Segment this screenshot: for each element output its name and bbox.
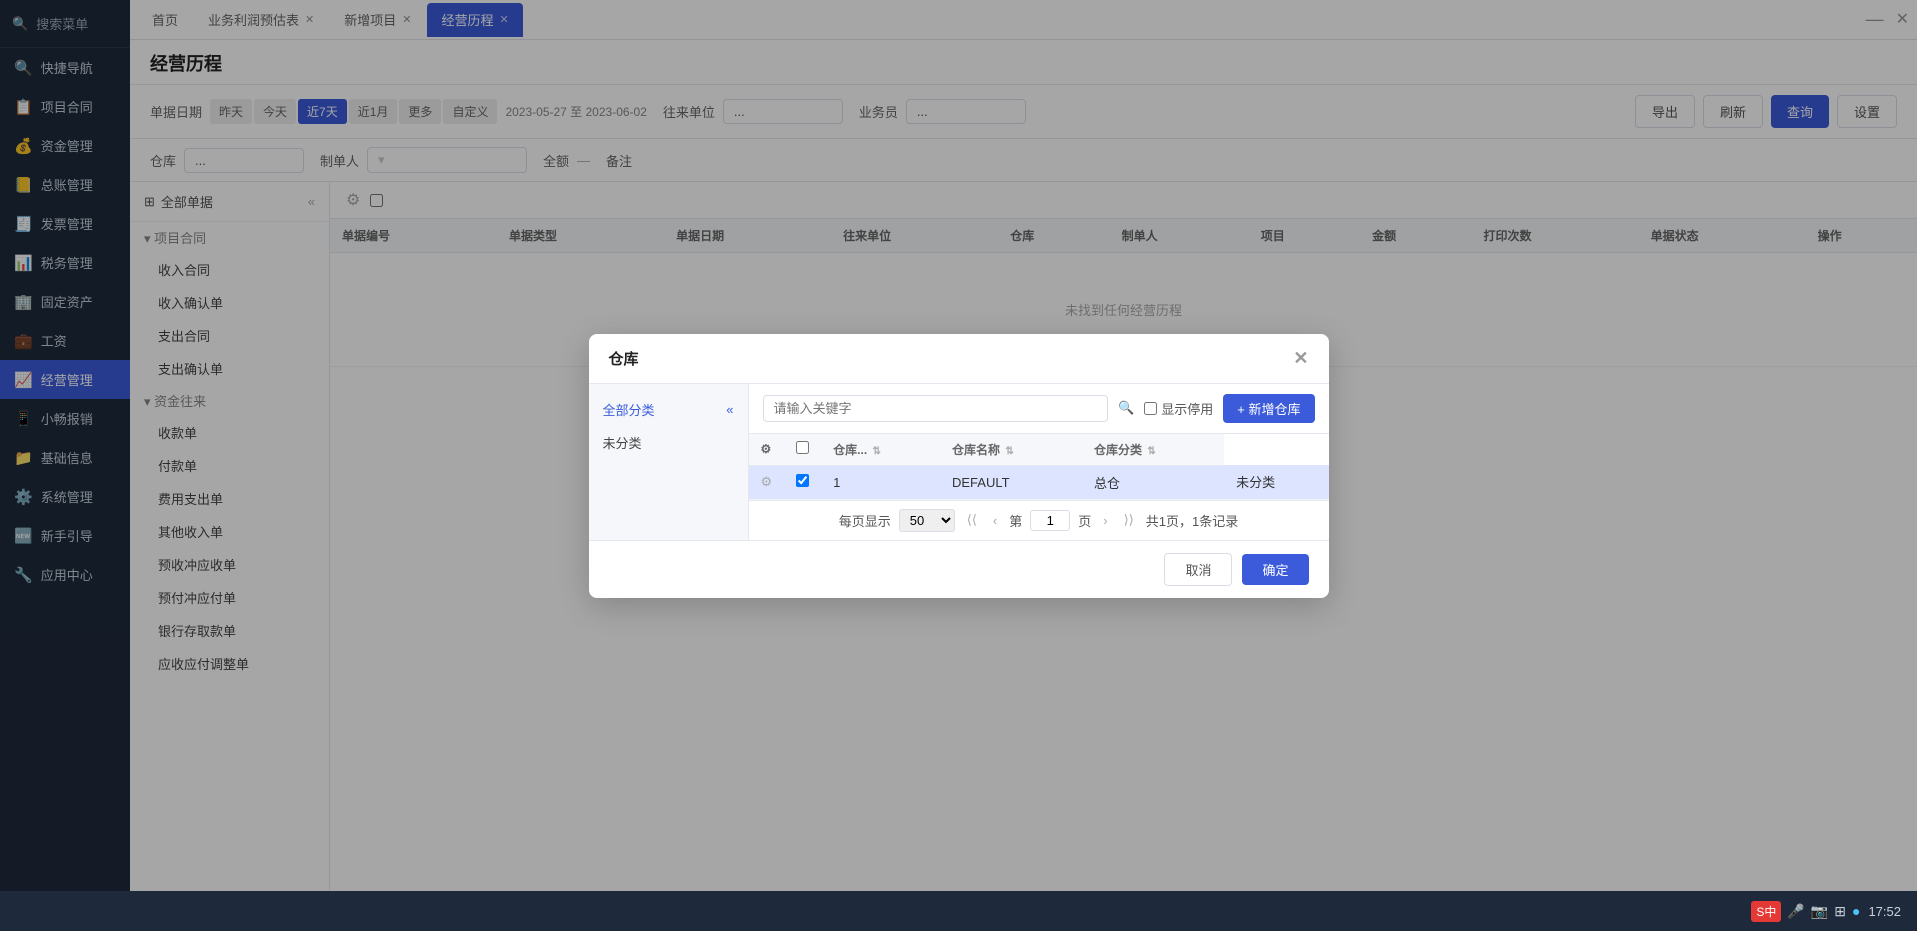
taskbar-icons: S中 🎤 📷 ⊞ ● <box>1751 901 1860 922</box>
checkbox-col-header <box>784 434 821 466</box>
show-disabled-checkbox[interactable] <box>1144 402 1157 415</box>
modal-page-input[interactable] <box>1030 510 1070 531</box>
modal-footer: 取消 确定 <box>589 540 1329 598</box>
modal-page-suffix: 页 <box>1078 511 1091 530</box>
modal-header: 仓库 ✕ <box>589 334 1329 384</box>
modal-next-page-button[interactable]: › <box>1099 513 1111 528</box>
taskbar-time: 17:52 <box>1868 904 1901 919</box>
taskbar-s-icon: S中 <box>1751 901 1781 922</box>
modal-table-row-1[interactable]: ⚙ 1 DEFAULT 总仓 未分类 <box>749 465 1329 499</box>
taskbar-grid-icon: ⊞ <box>1834 903 1846 920</box>
row-code: DEFAULT <box>940 465 1082 499</box>
modal-title: 仓库 <box>609 348 639 369</box>
modal-all-category[interactable]: 全部分类 « <box>589 394 748 425</box>
modal-left-panel: 全部分类 « 未分类 <box>589 384 749 540</box>
settings-col-icon[interactable]: ⚙ <box>761 442 772 456</box>
show-disabled-text: 显示停用 <box>1161 399 1213 418</box>
row-seq: 1 <box>821 465 940 499</box>
modal-page-size-select[interactable]: 50 100 <box>899 509 955 532</box>
modal-body: 全部分类 « 未分类 🔍 显示停用 + 新增仓库 <box>589 384 1329 540</box>
sort-category-icon[interactable]: ⇅ <box>1147 446 1155 457</box>
warehouse-modal: 仓库 ✕ 全部分类 « 未分类 🔍 显 <box>589 334 1329 598</box>
modal-search-bar: 🔍 显示停用 + 新增仓库 <box>749 384 1329 434</box>
settings-col-header: ⚙ <box>749 434 785 466</box>
modal-overlay[interactable]: 仓库 ✕ 全部分类 « 未分类 🔍 显 <box>0 0 1917 931</box>
modal-category-未分类[interactable]: 未分类 <box>589 425 748 460</box>
taskbar: S中 🎤 📷 ⊞ ● 17:52 <box>0 891 1917 931</box>
row-checkbox[interactable] <box>784 465 821 499</box>
taskbar-cam-icon: 📷 <box>1811 903 1828 920</box>
taskbar-mic-icon: 🎤 <box>1787 903 1804 920</box>
modal-total-info: 共1页，1条记录 <box>1146 511 1238 530</box>
modal-pagination: 每页显示 50 100 ⟨⟨ ‹ 第 页 › ⟩⟩ 共1页，1条记录 <box>749 500 1329 540</box>
all-category-label: 全部分类 <box>603 400 655 419</box>
col-code: 仓库... ⇅ <box>821 434 940 466</box>
row-name: 总仓 <box>1082 465 1224 499</box>
modal-table-body: ⚙ 1 DEFAULT 总仓 未分类 <box>749 465 1329 499</box>
row-settings: ⚙ <box>749 465 785 499</box>
modal-left-items: 未分类 <box>589 425 748 460</box>
show-disabled-label[interactable]: 显示停用 <box>1144 399 1213 418</box>
modal-table-area: ⚙ 仓库... ⇅ 仓库名称 <box>749 434 1329 500</box>
modal-search-input[interactable] <box>763 395 1109 422</box>
modal-search-icon[interactable]: 🔍 <box>1118 400 1134 416</box>
row-category: 未分类 <box>1224 465 1328 499</box>
modal-cancel-button[interactable]: 取消 <box>1164 553 1232 586</box>
sort-code-icon[interactable]: ⇅ <box>873 446 881 457</box>
modal-table-header: ⚙ 仓库... ⇅ 仓库名称 <box>749 434 1329 466</box>
col-category: 仓库分类 ⇅ <box>1082 434 1224 466</box>
modal-select-all-checkbox[interactable] <box>796 441 809 454</box>
modal-table: ⚙ 仓库... ⇅ 仓库名称 <box>749 434 1329 500</box>
modal-right: 🔍 显示停用 + 新增仓库 ⚙ <box>749 384 1329 540</box>
modal-first-page-button[interactable]: ⟨⟨ <box>963 512 981 528</box>
modal-page-label: 第 <box>1009 511 1022 530</box>
col-name: 仓库名称 ⇅ <box>940 434 1082 466</box>
modal-confirm-button[interactable]: 确定 <box>1242 554 1308 585</box>
modal-page-size-label: 每页显示 <box>839 511 891 530</box>
modal-close-button[interactable]: ✕ <box>1293 348 1308 369</box>
modal-prev-page-button[interactable]: ‹ <box>989 513 1001 528</box>
add-warehouse-button[interactable]: + 新增仓库 <box>1223 394 1314 423</box>
modal-left-collapse-icon[interactable]: « <box>726 402 733 417</box>
modal-last-page-button[interactable]: ⟩⟩ <box>1120 512 1138 528</box>
taskbar-dot-icon: ● <box>1852 903 1860 919</box>
sort-name-icon[interactable]: ⇅ <box>1005 446 1013 457</box>
